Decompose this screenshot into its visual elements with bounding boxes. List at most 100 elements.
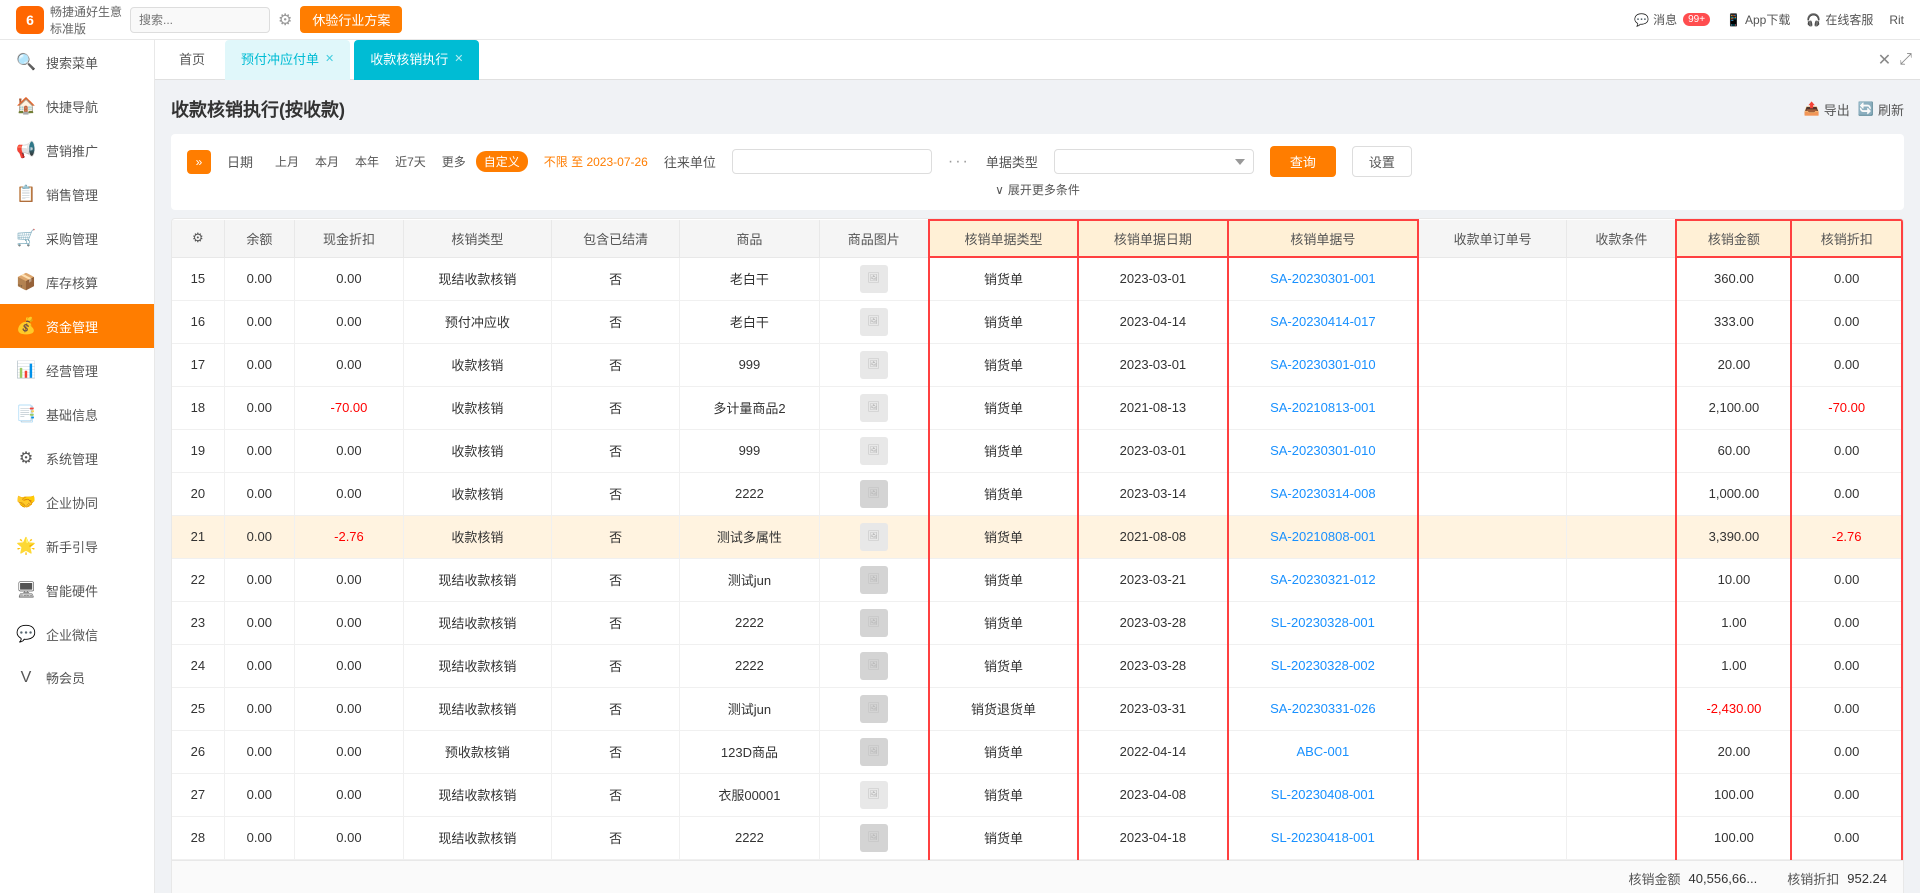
- cell-goods-image: 🖼: [819, 386, 929, 429]
- tab-receipt-verify-close[interactable]: ✕: [454, 52, 463, 65]
- table-row[interactable]: 20 0.00 0.00 收款核销 否 2222 🖼 销货单 2023-03-1…: [172, 472, 1902, 515]
- sidebar-item-basic[interactable]: 📑 基础信息: [0, 392, 154, 436]
- bill-report-link[interactable]: ABC-001: [1296, 744, 1349, 759]
- setting-btn[interactable]: 设置: [1352, 146, 1412, 177]
- cell-verify-discount: -2.76: [1791, 515, 1902, 558]
- bill-report-link[interactable]: SL-20230328-002: [1271, 658, 1375, 673]
- sidebar-item-wechat[interactable]: 💬 企业微信: [0, 612, 154, 656]
- counterparty-dots[interactable]: ···: [948, 153, 970, 171]
- sidebar-item-purchase[interactable]: 🛒 采购管理: [0, 216, 154, 260]
- cell-bill-report-no[interactable]: SL-20230408-001: [1228, 773, 1418, 816]
- sidebar-item-guide[interactable]: 🌟 新手引导: [0, 524, 154, 568]
- cell-goods: 123D商品: [680, 730, 819, 773]
- date-btn-this-month[interactable]: 本月: [309, 151, 345, 172]
- search-icon: 🔍: [16, 52, 36, 72]
- tab-receipt-verify[interactable]: 收款核销执行 ✕: [354, 40, 479, 80]
- tab-home[interactable]: 首页: [163, 40, 221, 80]
- cell-bill-report-no[interactable]: SL-20230328-001: [1228, 601, 1418, 644]
- tab-maximize-btn[interactable]: ⤢: [1899, 50, 1912, 70]
- table-row[interactable]: 26 0.00 0.00 预收款核销 否 123D商品 🖼 销货单 2022-0…: [172, 730, 1902, 773]
- industry-btn[interactable]: 休验行业方案: [300, 6, 402, 33]
- table-row[interactable]: 24 0.00 0.00 现结收款核销 否 2222 🖼 销货单 2023-03…: [172, 644, 1902, 687]
- operation-icon: 📊: [16, 360, 36, 380]
- tab-close-all-btn[interactable]: ✕: [1878, 50, 1891, 70]
- sidebar-item-system[interactable]: ⚙ 系统管理: [0, 436, 154, 480]
- query-btn[interactable]: 查询: [1270, 146, 1336, 177]
- search-input[interactable]: [130, 7, 270, 33]
- bill-report-link[interactable]: SA-20230314-008: [1270, 486, 1376, 501]
- sidebar-item-sales[interactable]: 📋 销售管理: [0, 172, 154, 216]
- cell-balance: 0.00: [224, 257, 294, 300]
- service-btn[interactable]: 🎧 在线客服: [1806, 11, 1873, 28]
- counterparty-input[interactable]: [732, 149, 932, 174]
- app-download-btn[interactable]: 📱 App下载: [1726, 11, 1790, 28]
- bill-report-link[interactable]: SA-20210813-001: [1270, 400, 1376, 415]
- sidebar-item-hardware[interactable]: 🖥 智能硬件: [0, 568, 154, 612]
- table-row[interactable]: 23 0.00 0.00 现结收款核销 否 2222 🖼 销货单 2023-03…: [172, 601, 1902, 644]
- bill-report-link[interactable]: SL-20230328-001: [1271, 615, 1375, 630]
- table-row[interactable]: 22 0.00 0.00 现结收款核销 否 测试jun 🖼 销货单 2023-0…: [172, 558, 1902, 601]
- sidebar-item-quick-nav[interactable]: 🏠 快捷导航: [0, 84, 154, 128]
- logo-text: 畅捷通好生意标准版: [50, 3, 122, 37]
- bill-report-link[interactable]: SA-20210808-001: [1270, 529, 1376, 544]
- bill-report-link[interactable]: SL-20230418-001: [1271, 830, 1375, 845]
- bill-type-select[interactable]: [1054, 149, 1254, 174]
- cell-receipt-order-no: [1418, 472, 1567, 515]
- date-btn-7days[interactable]: 近7天: [389, 151, 432, 172]
- date-btn-this-year[interactable]: 本年: [349, 151, 385, 172]
- cell-bill-report-no[interactable]: SA-20230301-001: [1228, 257, 1418, 300]
- bill-report-link[interactable]: SL-20230408-001: [1271, 787, 1375, 802]
- bill-report-link[interactable]: SA-20230331-026: [1270, 701, 1376, 716]
- date-btn-custom[interactable]: 自定义: [476, 151, 528, 172]
- cell-bill-report-no[interactable]: SA-20230331-026: [1228, 687, 1418, 730]
- bill-report-link[interactable]: SA-20230301-001: [1270, 271, 1376, 286]
- th-receipt-order-no: 收款单订单号: [1418, 220, 1567, 257]
- cell-bill-report-no[interactable]: SA-20230321-012: [1228, 558, 1418, 601]
- cell-bill-report-no[interactable]: SL-20230328-002: [1228, 644, 1418, 687]
- cell-verify-amount: 3,390.00: [1676, 515, 1791, 558]
- bill-report-link[interactable]: SA-20230301-010: [1270, 443, 1376, 458]
- sidebar-item-finance[interactable]: 💰 资金管理: [0, 304, 154, 348]
- cell-bill-report-no[interactable]: SL-20230418-001: [1228, 816, 1418, 859]
- date-btn-more[interactable]: 更多: [436, 151, 472, 172]
- table-row[interactable]: 15 0.00 0.00 现结收款核销 否 老白干 🖼 销货单 2023-03-…: [172, 257, 1902, 300]
- cell-bill-report-no[interactable]: SA-20230301-010: [1228, 343, 1418, 386]
- th-gear[interactable]: ⚙: [172, 220, 224, 257]
- cell-bill-report-no[interactable]: SA-20230414-017: [1228, 300, 1418, 343]
- bill-report-link[interactable]: SA-20230414-017: [1270, 314, 1376, 329]
- export-btn[interactable]: 📤 导出: [1804, 100, 1850, 119]
- bill-report-link[interactable]: SA-20230301-010: [1270, 357, 1376, 372]
- cell-bill-report-no[interactable]: SA-20210813-001: [1228, 386, 1418, 429]
- table-row[interactable]: 16 0.00 0.00 预付冲应收 否 老白干 🖼 销货单 2023-04-1…: [172, 300, 1902, 343]
- sidebar-item-enterprise[interactable]: 🤝 企业协同: [0, 480, 154, 524]
- sidebar-item-inventory[interactable]: 📦 库存核算: [0, 260, 154, 304]
- table-row[interactable]: 19 0.00 0.00 收款核销 否 999 🖼 销货单 2023-03-01…: [172, 429, 1902, 472]
- table-row[interactable]: 18 0.00 -70.00 收款核销 否 多计量商品2 🖼 销货单 2021-…: [172, 386, 1902, 429]
- table-row[interactable]: 21 0.00 -2.76 收款核销 否 测试多属性 🖼 销货单 2021-08…: [172, 515, 1902, 558]
- cell-goods-image: 🖼: [819, 601, 929, 644]
- filter-expand-btn[interactable]: »: [187, 150, 211, 174]
- message-btn[interactable]: 💬 消息 99+: [1634, 11, 1710, 28]
- refresh-btn[interactable]: 🔄 刷新: [1858, 100, 1904, 119]
- user-profile[interactable]: Rit: [1889, 13, 1904, 27]
- gear-icon[interactable]: ⚙: [278, 10, 292, 30]
- bill-report-link[interactable]: SA-20230321-012: [1270, 572, 1376, 587]
- cell-bill-report-no[interactable]: SA-20230314-008: [1228, 472, 1418, 515]
- sidebar-item-marketing[interactable]: 📢 营销推广: [0, 128, 154, 172]
- cell-bill-report-no[interactable]: ABC-001: [1228, 730, 1418, 773]
- th-receipt-condition: 收款条件: [1567, 220, 1677, 257]
- tab-prepay[interactable]: 预付冲应付单 ✕: [225, 40, 350, 80]
- table-row[interactable]: 28 0.00 0.00 现结收款核销 否 2222 🖼 销货单 2023-04…: [172, 816, 1902, 859]
- table-row[interactable]: 17 0.00 0.00 收款核销 否 999 🖼 销货单 2023-03-01…: [172, 343, 1902, 386]
- table-row[interactable]: 27 0.00 0.00 现结收款核销 否 衣服00001 🖼 销货单 2023…: [172, 773, 1902, 816]
- tab-prepay-close[interactable]: ✕: [325, 52, 334, 65]
- table-row[interactable]: 25 0.00 0.00 现结收款核销 否 测试jun 🖼 销货退货单 2023…: [172, 687, 1902, 730]
- cell-bill-report-no[interactable]: SA-20210808-001: [1228, 515, 1418, 558]
- sidebar-item-operation[interactable]: 📊 经营管理: [0, 348, 154, 392]
- tab-bar: 首页 预付冲应付单 ✕ 收款核销执行 ✕ ✕ ⤢: [155, 40, 1920, 80]
- expand-more-btn[interactable]: ∨ 展开更多条件: [187, 181, 1888, 198]
- sidebar-item-search[interactable]: 🔍 搜索菜单: [0, 40, 154, 84]
- cell-bill-report-no[interactable]: SA-20230301-010: [1228, 429, 1418, 472]
- date-btn-last-month[interactable]: 上月: [269, 151, 305, 172]
- sidebar-item-member[interactable]: V 畅会员: [0, 656, 154, 699]
